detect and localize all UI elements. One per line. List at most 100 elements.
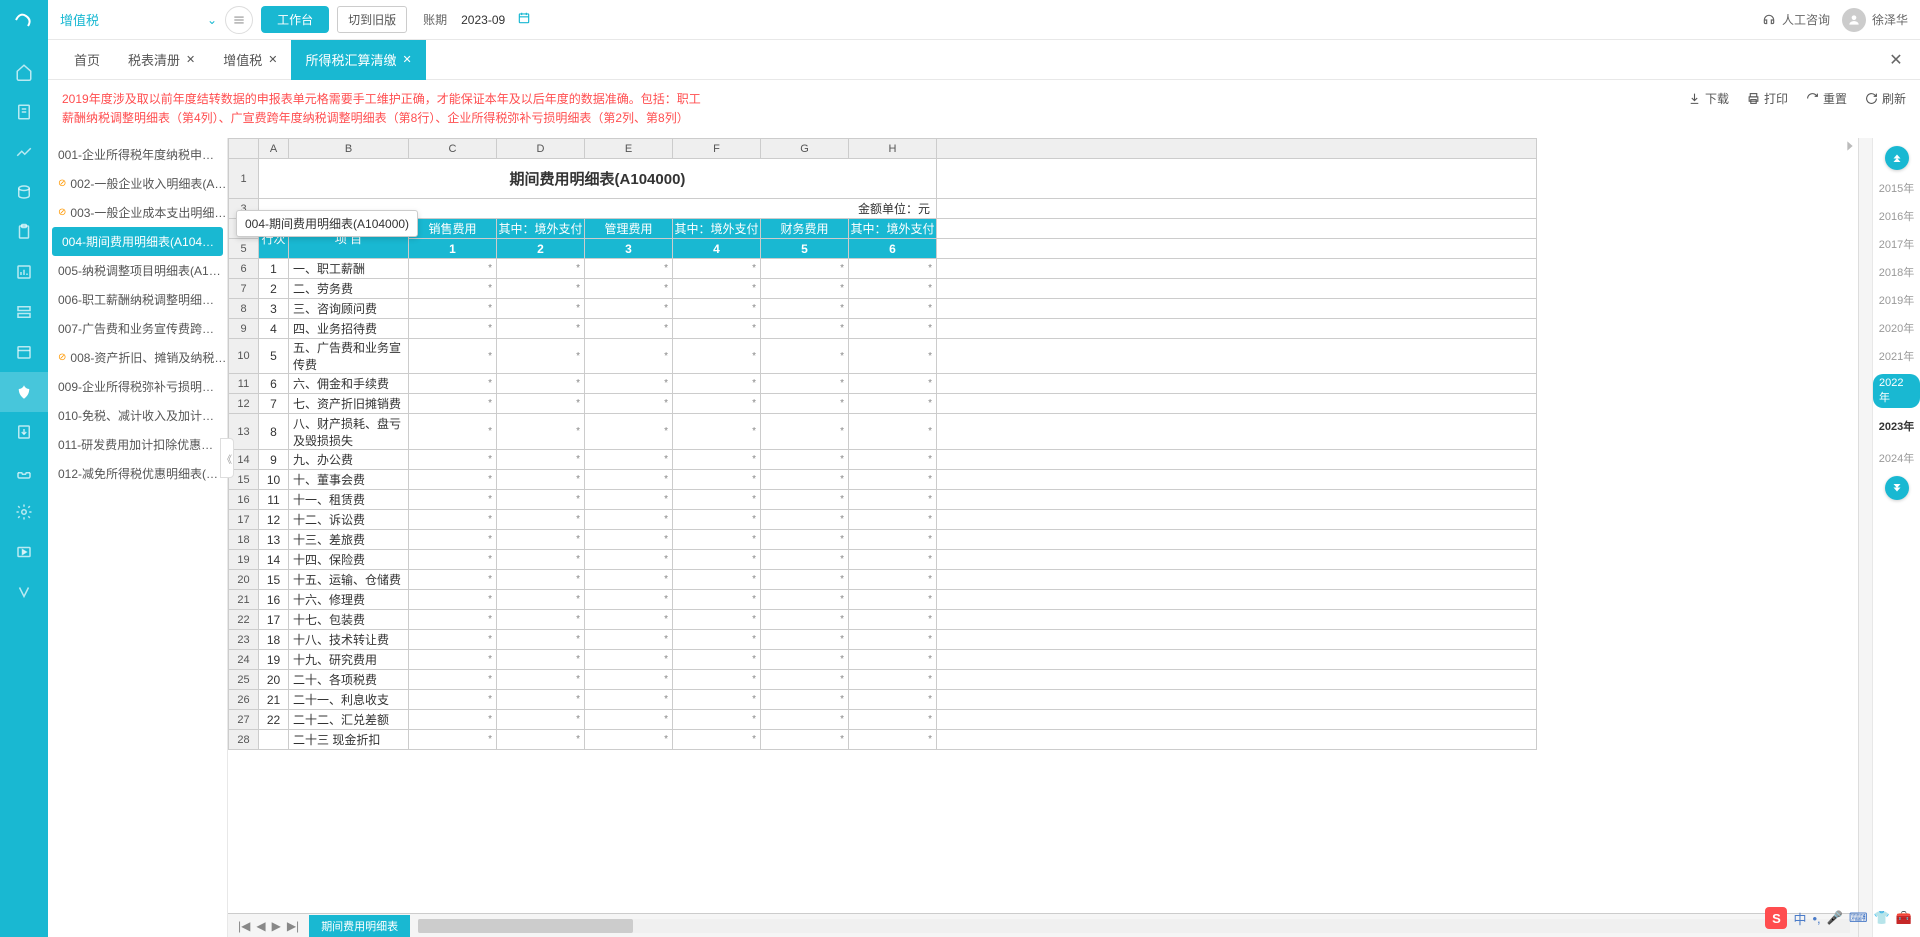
- data-cell[interactable]: *: [497, 339, 585, 374]
- data-cell[interactable]: *: [673, 414, 761, 450]
- col-header[interactable]: G: [761, 139, 849, 159]
- nav-form[interactable]: [0, 292, 48, 332]
- data-cell[interactable]: *: [409, 670, 497, 690]
- data-cell[interactable]: *: [761, 630, 849, 650]
- year-item-5[interactable]: 2020年: [1879, 314, 1914, 342]
- row-header[interactable]: 22: [229, 610, 259, 630]
- nav-home[interactable]: [0, 52, 48, 92]
- data-cell[interactable]: *: [673, 730, 761, 750]
- data-cell[interactable]: *: [409, 570, 497, 590]
- data-cell[interactable]: *: [585, 730, 673, 750]
- data-cell[interactable]: *: [585, 394, 673, 414]
- data-cell[interactable]: *: [497, 450, 585, 470]
- data-cell[interactable]: *: [673, 650, 761, 670]
- data-cell[interactable]: *: [409, 339, 497, 374]
- data-cell[interactable]: *: [409, 279, 497, 299]
- data-cell[interactable]: *: [761, 394, 849, 414]
- nav-export[interactable]: [0, 412, 48, 452]
- year-down-button[interactable]: [1885, 476, 1909, 500]
- workspace-button[interactable]: 工作台: [261, 6, 329, 33]
- row-header[interactable]: 20: [229, 570, 259, 590]
- data-cell[interactable]: *: [409, 490, 497, 510]
- tab-0[interactable]: 首页: [60, 40, 114, 80]
- sheet-item-10[interactable]: 011-研发费用加计扣除优惠…: [48, 430, 227, 459]
- sheet-tab-active[interactable]: 期间费用明细表: [309, 915, 410, 937]
- data-cell[interactable]: *: [497, 259, 585, 279]
- data-cell[interactable]: *: [409, 550, 497, 570]
- data-cell[interactable]: *: [673, 319, 761, 339]
- data-cell[interactable]: *: [409, 630, 497, 650]
- data-cell[interactable]: *: [849, 690, 937, 710]
- nav-inbox[interactable]: [0, 452, 48, 492]
- data-cell[interactable]: *: [585, 414, 673, 450]
- data-cell[interactable]: *: [673, 510, 761, 530]
- data-cell[interactable]: *: [761, 510, 849, 530]
- list-icon-button[interactable]: [225, 6, 253, 34]
- data-cell[interactable]: *: [673, 279, 761, 299]
- data-cell[interactable]: *: [761, 570, 849, 590]
- data-cell[interactable]: *: [849, 299, 937, 319]
- download-button[interactable]: 下载: [1688, 90, 1729, 107]
- data-cell[interactable]: *: [849, 630, 937, 650]
- data-cell[interactable]: *: [673, 550, 761, 570]
- nav-video[interactable]: [0, 532, 48, 572]
- print-button[interactable]: 打印: [1747, 90, 1788, 107]
- nav-vip[interactable]: [0, 572, 48, 612]
- data-cell[interactable]: *: [761, 339, 849, 374]
- data-cell[interactable]: *: [849, 394, 937, 414]
- col-header[interactable]: C: [409, 139, 497, 159]
- data-cell[interactable]: *: [497, 374, 585, 394]
- data-cell[interactable]: *: [409, 450, 497, 470]
- row-header[interactable]: 9: [229, 319, 259, 339]
- data-cell[interactable]: *: [673, 470, 761, 490]
- data-cell[interactable]: *: [497, 570, 585, 590]
- data-cell[interactable]: *: [673, 710, 761, 730]
- data-cell[interactable]: *: [497, 299, 585, 319]
- data-cell[interactable]: *: [497, 394, 585, 414]
- data-cell[interactable]: *: [761, 610, 849, 630]
- data-cell[interactable]: *: [585, 590, 673, 610]
- breadcrumb[interactable]: 增值税: [60, 10, 199, 29]
- data-cell[interactable]: *: [409, 690, 497, 710]
- calendar-icon[interactable]: [517, 11, 531, 28]
- data-cell[interactable]: *: [497, 279, 585, 299]
- sheet-item-0[interactable]: 001-企业所得税年度纳税申…: [48, 140, 227, 169]
- close-icon[interactable]: ✕: [268, 53, 277, 66]
- data-cell[interactable]: *: [761, 550, 849, 570]
- row-header[interactable]: 24: [229, 650, 259, 670]
- year-active[interactable]: 2022年: [1873, 374, 1920, 408]
- data-cell[interactable]: *: [673, 394, 761, 414]
- collapse-handle[interactable]: 《: [220, 438, 234, 478]
- vertical-scrollbar[interactable]: [1858, 138, 1872, 937]
- data-cell[interactable]: *: [673, 610, 761, 630]
- data-cell[interactable]: *: [497, 650, 585, 670]
- row-header[interactable]: 16: [229, 490, 259, 510]
- col-header[interactable]: B: [289, 139, 409, 159]
- sheet-item-7[interactable]: ⊘008-资产折旧、摊销及纳税…: [48, 343, 227, 372]
- data-cell[interactable]: *: [497, 470, 585, 490]
- sheet-item-8[interactable]: 009-企业所得税弥补亏损明…: [48, 372, 227, 401]
- tab-1[interactable]: 税表清册✕: [114, 40, 209, 80]
- data-cell[interactable]: *: [585, 374, 673, 394]
- switch-old-button[interactable]: 切到旧版: [337, 6, 407, 33]
- data-cell[interactable]: *: [849, 470, 937, 490]
- data-cell[interactable]: *: [497, 730, 585, 750]
- data-cell[interactable]: *: [849, 570, 937, 590]
- data-cell[interactable]: *: [497, 630, 585, 650]
- data-cell[interactable]: *: [409, 374, 497, 394]
- data-cell[interactable]: *: [761, 450, 849, 470]
- ime-logo-icon[interactable]: S: [1765, 907, 1787, 929]
- nav-settings[interactable]: [0, 492, 48, 532]
- data-cell[interactable]: *: [849, 510, 937, 530]
- data-cell[interactable]: *: [585, 279, 673, 299]
- tab-2[interactable]: 增值税✕: [209, 40, 291, 80]
- sheet-item-6[interactable]: 007-广告费和业务宣传费跨…: [48, 314, 227, 343]
- data-cell[interactable]: *: [761, 710, 849, 730]
- row-header[interactable]: 26: [229, 690, 259, 710]
- data-cell[interactable]: *: [409, 510, 497, 530]
- data-cell[interactable]: *: [409, 650, 497, 670]
- user-menu[interactable]: 徐泽华: [1842, 8, 1908, 32]
- data-cell[interactable]: *: [849, 670, 937, 690]
- data-cell[interactable]: *: [585, 570, 673, 590]
- row-header[interactable]: 17: [229, 510, 259, 530]
